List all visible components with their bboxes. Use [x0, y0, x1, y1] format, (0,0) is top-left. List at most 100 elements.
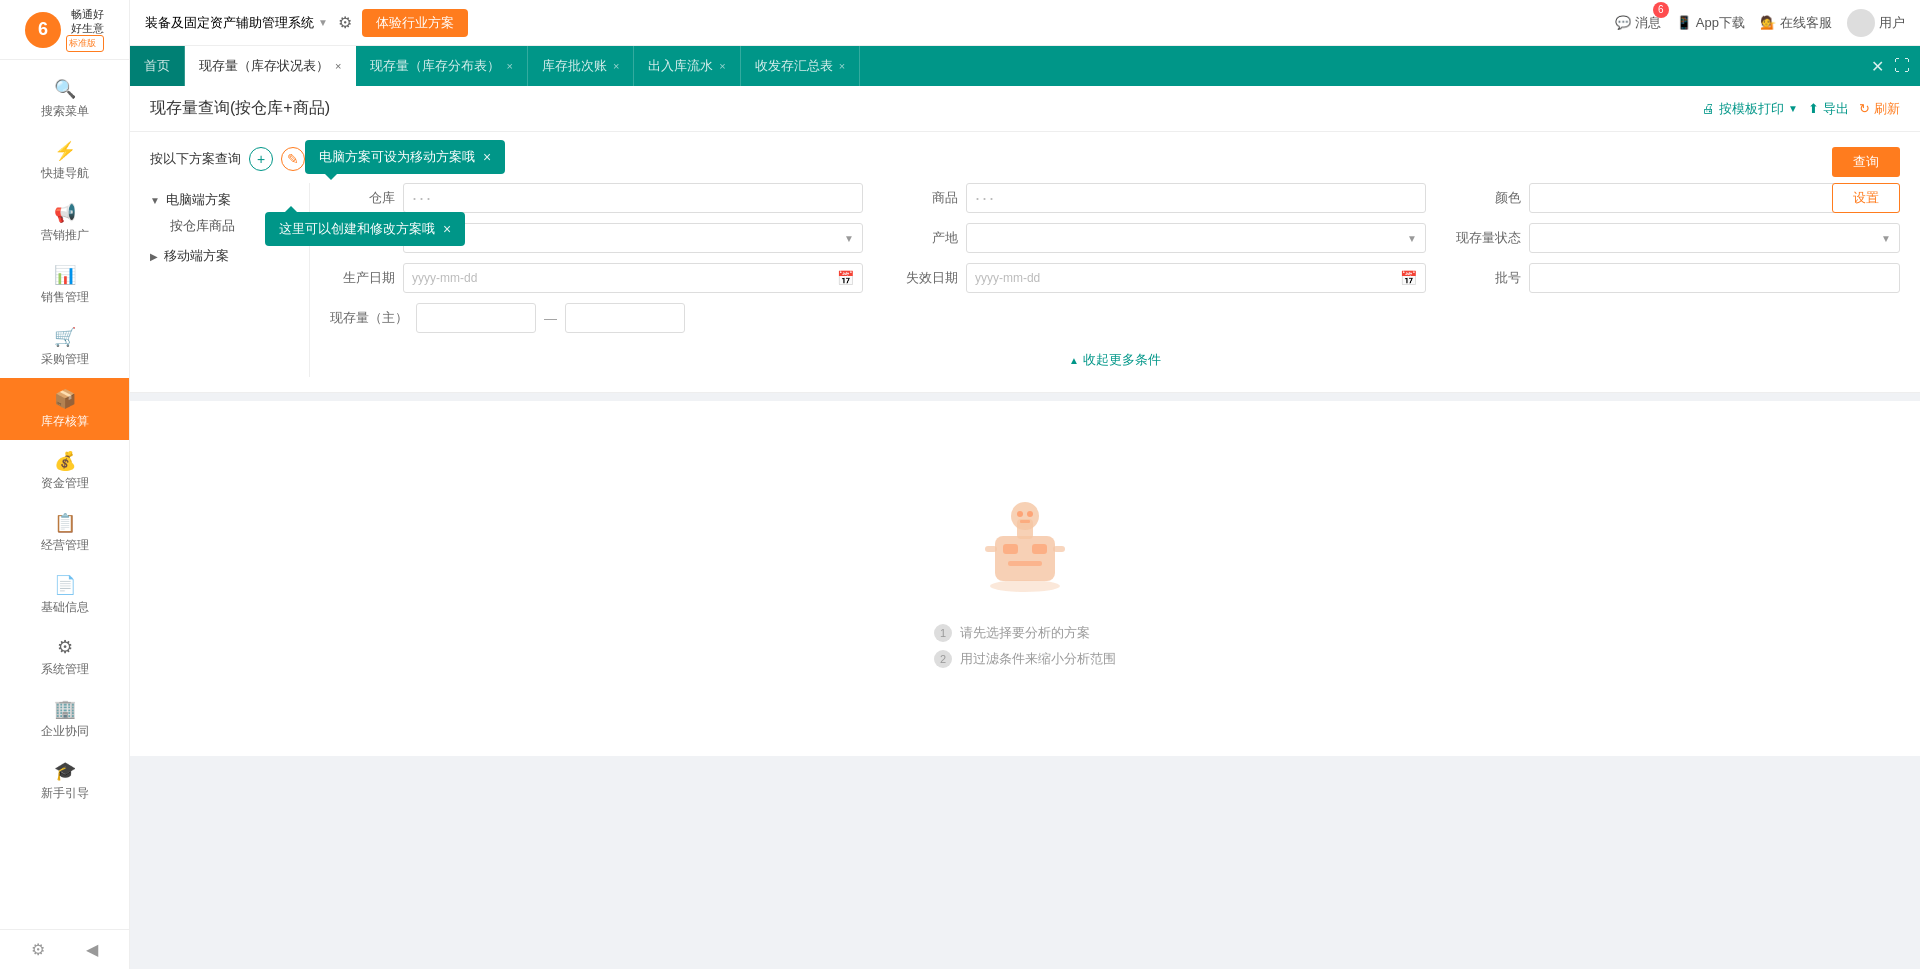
tab-in-out-flow-close[interactable]: ×: [719, 60, 725, 72]
export-button[interactable]: ⬆ 导出: [1808, 100, 1849, 118]
empty-step-1: 1 请先选择要分析的方案: [934, 624, 1116, 642]
inventory-qty-min-input[interactable]: [416, 303, 536, 333]
tab-batch-account-label: 库存批次账: [542, 57, 607, 75]
goods-field: 商品 ···: [893, 183, 1426, 213]
tooltip1-close-button[interactable]: ×: [483, 149, 491, 165]
dropdown-icon: ▼: [318, 17, 328, 28]
goods-input[interactable]: ···: [966, 183, 1426, 213]
print-button[interactable]: 🖨 按模板打印 ▼: [1702, 100, 1798, 118]
tabs-right-controls: ✕ ⛶: [1871, 57, 1920, 76]
online-service-button[interactable]: 💁 在线客服: [1760, 14, 1832, 32]
sidebar-item-label: 新手引导: [41, 785, 89, 802]
sidebar-item-purchase[interactable]: 🛒 采购管理: [0, 316, 129, 378]
sidebar: 6 畅通好 好生意 标准版 🔍 搜索菜单 ⚡ 快捷导航 📢 营销推广 📊 销售管…: [0, 0, 130, 969]
tab-inventory-dist-close[interactable]: ×: [506, 60, 512, 72]
tab-inventory-dist[interactable]: 现存量（库存分布表） ×: [356, 46, 527, 86]
tab-home[interactable]: 首页: [130, 46, 185, 86]
production-date-input[interactable]: yyyy-mm-dd 📅: [403, 263, 863, 293]
add-scheme-button[interactable]: +: [249, 147, 273, 171]
sidebar-item-basic-info[interactable]: 📄 基础信息: [0, 564, 129, 626]
sidebar-bottom: ⚙ ◀: [0, 929, 129, 969]
step1-number: 1: [934, 624, 952, 642]
tab-collect-send-close[interactable]: ×: [839, 60, 845, 72]
production-date-calendar-icon[interactable]: 📅: [837, 270, 854, 286]
search-button[interactable]: 查询: [1832, 147, 1900, 177]
sidebar-item-marketing[interactable]: 📢 营销推广: [0, 192, 129, 254]
collapse-sidebar-button[interactable]: ◀: [86, 940, 98, 959]
sidebar-item-operations[interactable]: 📋 经营管理: [0, 502, 129, 564]
expiry-date-calendar-icon[interactable]: 📅: [1400, 270, 1417, 286]
tabs-bar: 首页 现存量（库存状况表） × 现存量（库存分布表） × 库存批次账 × 出入库…: [130, 46, 1920, 86]
empty-illustration: [965, 481, 1085, 604]
svg-rect-2: [1003, 544, 1018, 554]
reset-button[interactable]: 设置: [1832, 183, 1900, 213]
empty-steps-list: 1 请先选择要分析的方案 2 用过滤条件来缩小分析范围: [934, 624, 1116, 676]
goods-dots: ···: [975, 188, 996, 209]
sidebar-item-label: 企业协同: [41, 723, 89, 740]
tab-collect-send-label: 收发存汇总表: [755, 57, 833, 75]
tab-batch-account-close[interactable]: ×: [613, 60, 619, 72]
sidebar-item-quick-nav[interactable]: ⚡ 快捷导航: [0, 130, 129, 192]
tab-collect-send[interactable]: 收发存汇总表 ×: [741, 46, 860, 86]
size-select[interactable]: ▼: [403, 223, 863, 253]
settings-button[interactable]: ⚙: [31, 940, 45, 959]
tabs-close-all-button[interactable]: ✕: [1871, 57, 1884, 76]
warehouse-label: 仓库: [330, 189, 395, 207]
empty-step-2: 2 用过滤条件来缩小分析范围: [934, 650, 1116, 668]
collapse-label: 收起更多条件: [1083, 351, 1161, 369]
color-label: 颜色: [1456, 189, 1521, 207]
warehouse-dots: ···: [412, 188, 433, 209]
scheme-group-mobile: ▶ 移动端方案: [150, 243, 299, 269]
inventory-qty-label: 现存量（主）: [330, 309, 408, 327]
desktop-group-arrow: ▼: [150, 195, 160, 206]
batch-no-input[interactable]: [1529, 263, 1900, 293]
system-selector[interactable]: 装备及固定资产辅助管理系统 ▼: [145, 14, 328, 32]
sidebar-item-guide[interactable]: 🎓 新手引导: [0, 750, 129, 812]
logo-text: 畅通好 好生意: [71, 7, 104, 36]
user-avatar: [1847, 9, 1875, 37]
tab-inventory-status[interactable]: 现存量（库存状况表） ×: [185, 46, 356, 86]
warehouse-input[interactable]: ···: [403, 183, 863, 213]
refresh-button[interactable]: ↻ 刷新: [1859, 100, 1900, 118]
tab-batch-account[interactable]: 库存批次账 ×: [528, 46, 634, 86]
tooltip2-close-button[interactable]: ×: [443, 221, 451, 237]
settings-gear-button[interactable]: ⚙: [338, 13, 352, 32]
user-label: 用户: [1879, 14, 1905, 32]
collapse-more-button[interactable]: ▲ 收起更多条件: [330, 343, 1900, 377]
inventory-status-select[interactable]: ▼: [1529, 223, 1900, 253]
message-badge: 6: [1653, 2, 1669, 18]
batch-no-label: 批号: [1456, 269, 1521, 287]
form-row-2: 尺码 ▼ 产地 ▼: [330, 223, 1900, 253]
expiry-date-field: 失效日期 yyyy-mm-dd 📅: [893, 263, 1426, 293]
app-download-label: App下载: [1696, 14, 1745, 32]
sidebar-item-label: 搜索菜单: [41, 103, 89, 120]
sidebar-item-search-menu[interactable]: 🔍 搜索菜单: [0, 68, 129, 130]
tab-home-label: 首页: [144, 57, 170, 75]
trial-industry-button[interactable]: 体验行业方案: [362, 9, 468, 37]
search-label: 按以下方案查询: [150, 150, 241, 168]
sidebar-item-finance[interactable]: 💰 资金管理: [0, 440, 129, 502]
origin-field: 产地 ▼: [893, 223, 1426, 253]
expiry-date-input[interactable]: yyyy-mm-dd 📅: [966, 263, 1426, 293]
sidebar-nav: 🔍 搜索菜单 ⚡ 快捷导航 📢 营销推广 📊 销售管理 🛒 采购管理 📦 库存核…: [0, 60, 129, 929]
edit-scheme-button[interactable]: ✎: [281, 147, 305, 171]
tab-in-out-flow[interactable]: 出入库流水 ×: [634, 46, 740, 86]
form-row-4: 现存量（主） —: [330, 303, 1900, 333]
sidebar-item-inventory[interactable]: 📦 库存核算: [0, 378, 129, 440]
app-download-button[interactable]: 📱 App下载: [1676, 14, 1745, 32]
tab-inventory-status-close[interactable]: ×: [335, 60, 341, 72]
scheme-group-desktop-header[interactable]: ▼ 电脑端方案: [150, 187, 299, 213]
sidebar-item-enterprise[interactable]: 🏢 企业协同: [0, 688, 129, 750]
sidebar-item-label: 营销推广: [41, 227, 89, 244]
inventory-qty-max-input[interactable]: [565, 303, 685, 333]
svg-rect-9: [1020, 520, 1030, 523]
origin-select[interactable]: ▼: [966, 223, 1426, 253]
user-profile-button[interactable]: 用户: [1847, 9, 1905, 37]
logo-badge: 标准版: [66, 35, 104, 52]
message-button[interactable]: 💬 6 消息: [1615, 14, 1661, 32]
sidebar-item-system[interactable]: ⚙ 系统管理: [0, 626, 129, 688]
tabs-maximize-button[interactable]: ⛶: [1894, 57, 1910, 75]
sidebar-item-sales[interactable]: 📊 销售管理: [0, 254, 129, 316]
sidebar-item-label: 基础信息: [41, 599, 89, 616]
scheme-group-mobile-header[interactable]: ▶ 移动端方案: [150, 243, 299, 269]
